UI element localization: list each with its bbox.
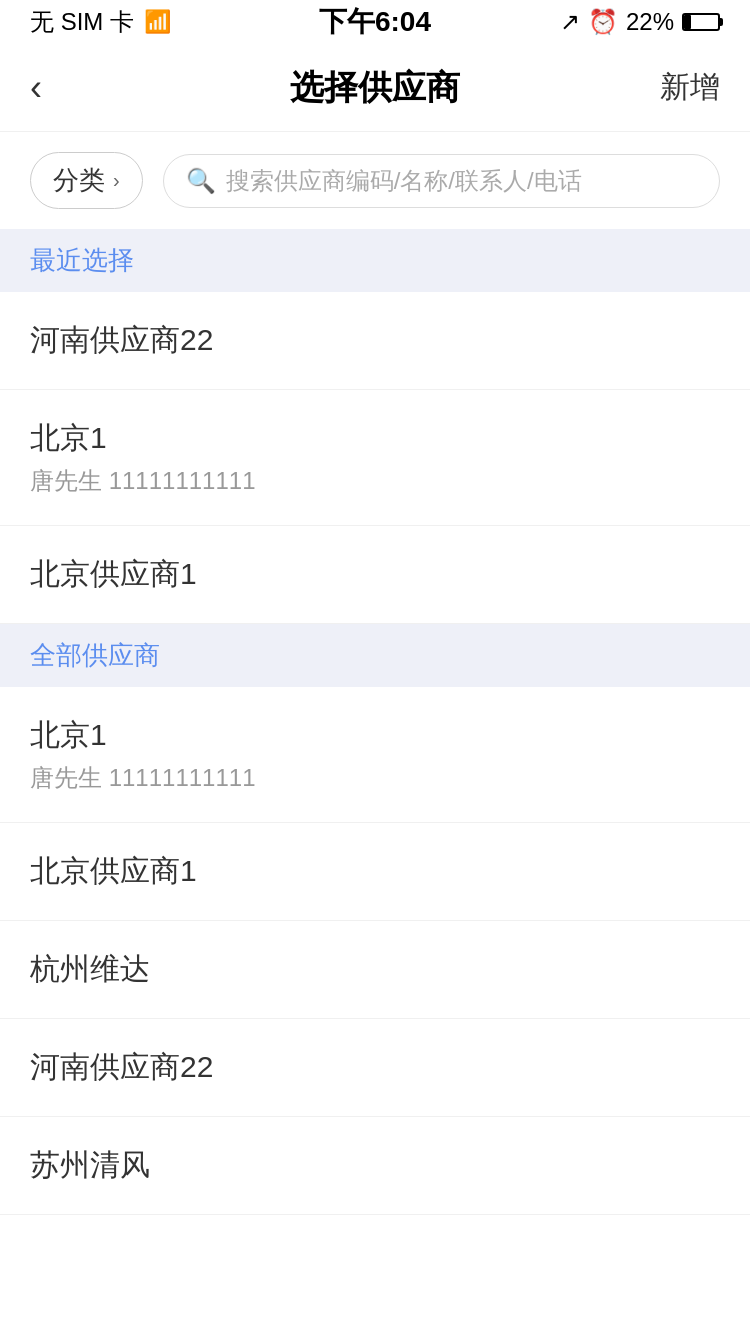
supplier-name: 河南供应商22: [30, 1047, 720, 1088]
status-time: 下午6:04: [319, 3, 431, 41]
list-item[interactable]: 苏州清风: [0, 1117, 750, 1215]
supplier-name: 北京供应商1: [30, 554, 720, 595]
search-placeholder: 搜索供应商编码/名称/联系人/电话: [226, 165, 582, 197]
list-item[interactable]: 河南供应商22: [0, 1019, 750, 1117]
chevron-right-icon: ›: [113, 169, 120, 192]
section-header-text-recent: 最近选择: [30, 245, 134, 275]
supplier-list: 最近选择河南供应商22 北京1 唐先生 11111111111 北京供应商1 全部供应商…: [0, 229, 750, 1215]
list-item[interactable]: 河南供应商22: [0, 292, 750, 390]
battery-icon: [682, 13, 720, 31]
list-item[interactable]: 北京1 唐先生 11111111111: [0, 390, 750, 526]
section-header-all: 全部供应商: [0, 624, 750, 687]
supplier-name: 北京1: [30, 715, 720, 756]
status-right: ↗ ⏰ 22%: [560, 8, 720, 36]
list-item[interactable]: 杭州维达: [0, 921, 750, 1019]
section-header-text-all: 全部供应商: [30, 640, 160, 670]
category-label: 分类: [53, 163, 105, 198]
alarm-icon: ⏰: [588, 8, 618, 36]
add-button[interactable]: 新增: [660, 67, 720, 108]
status-left: 无 SIM 卡 📶: [30, 6, 171, 38]
status-bar: 无 SIM 卡 📶 下午6:04 ↗ ⏰ 22%: [0, 0, 750, 44]
category-button[interactable]: 分类 ›: [30, 152, 143, 209]
supplier-name: 杭州维达: [30, 949, 720, 990]
wifi-icon: 📶: [144, 9, 171, 35]
back-button[interactable]: ‹: [30, 67, 90, 109]
nav-bar: ‹ 选择供应商 新增: [0, 44, 750, 132]
list-item[interactable]: 北京供应商1: [0, 823, 750, 921]
section-header-recent: 最近选择: [0, 229, 750, 292]
supplier-contact: 唐先生 11111111111: [30, 465, 720, 497]
supplier-name: 北京供应商1: [30, 851, 720, 892]
search-input-wrapper[interactable]: 🔍 搜索供应商编码/名称/联系人/电话: [163, 154, 720, 208]
list-item[interactable]: 北京1 唐先生 11111111111: [0, 687, 750, 823]
supplier-name: 北京1: [30, 418, 720, 459]
location-icon: ↗: [560, 8, 580, 36]
supplier-name: 苏州清风: [30, 1145, 720, 1186]
page-title: 选择供应商: [290, 65, 460, 111]
battery-percentage: 22%: [626, 8, 674, 36]
search-icon: 🔍: [186, 167, 216, 195]
list-item[interactable]: 北京供应商1: [0, 526, 750, 624]
supplier-name: 河南供应商22: [30, 320, 720, 361]
sim-label: 无 SIM 卡: [30, 6, 134, 38]
supplier-contact: 唐先生 11111111111: [30, 762, 720, 794]
search-bar: 分类 › 🔍 搜索供应商编码/名称/联系人/电话: [0, 132, 750, 229]
